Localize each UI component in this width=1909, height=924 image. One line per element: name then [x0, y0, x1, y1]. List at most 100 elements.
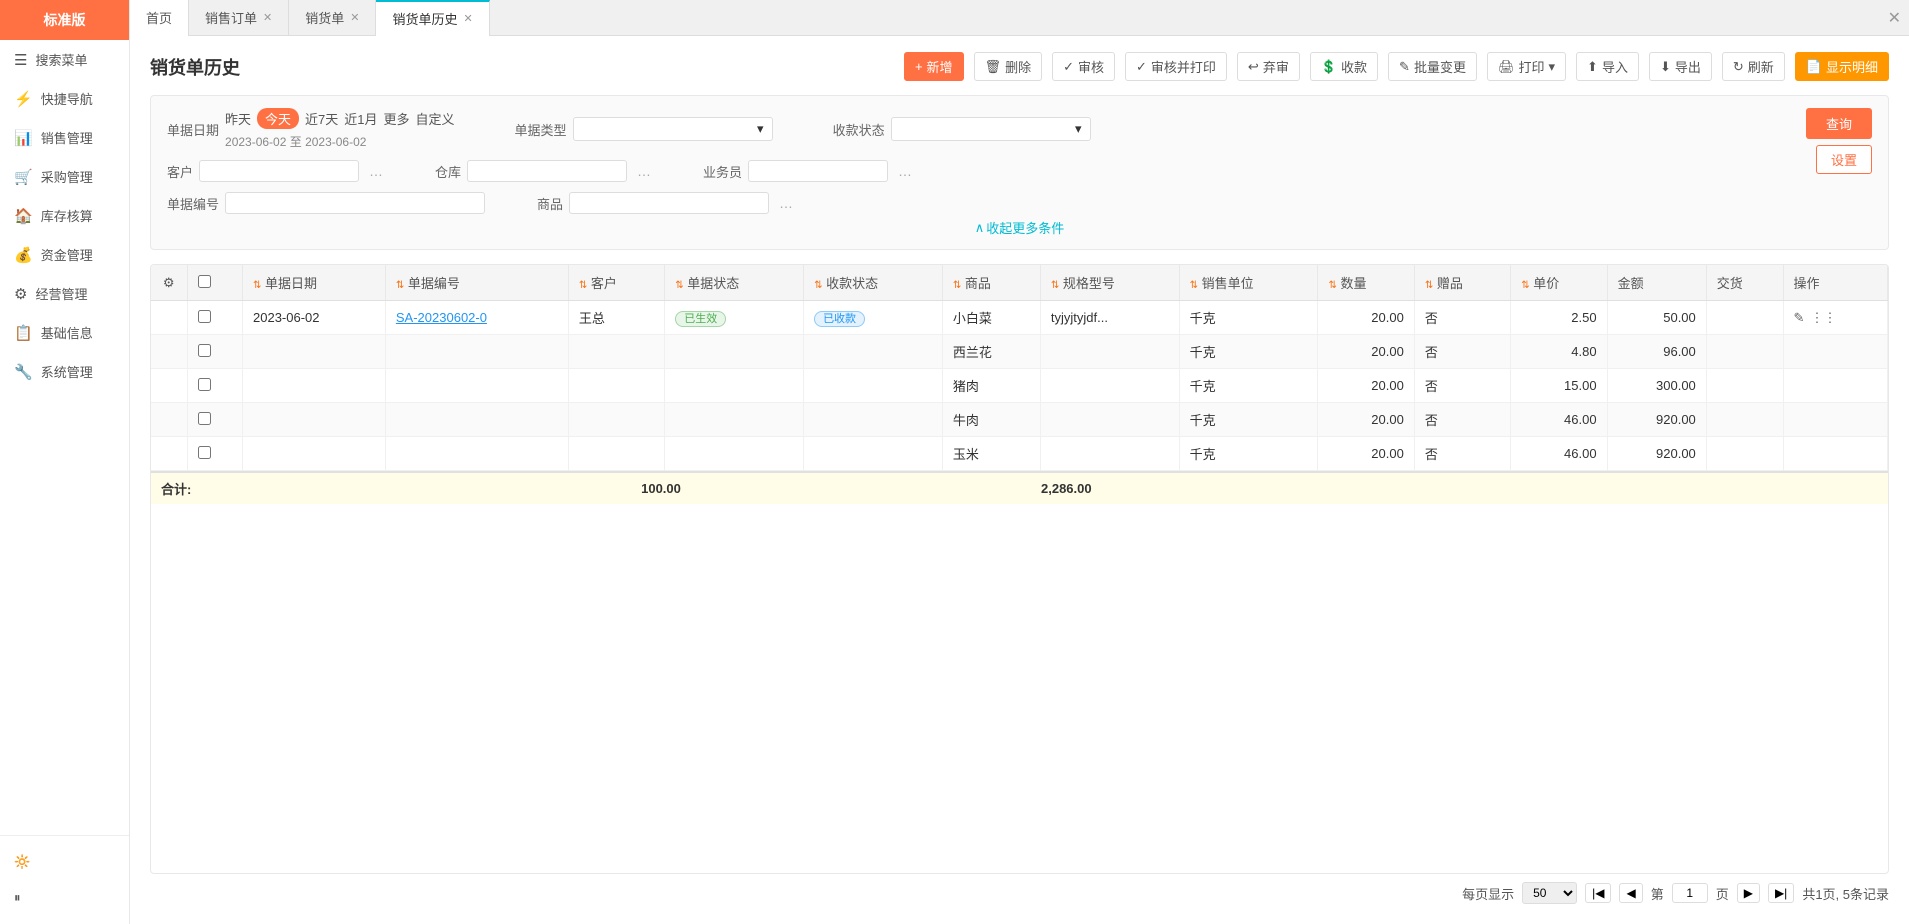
sidebar-item-purchase-mgmt[interactable]: 🛒 采购管理: [0, 157, 129, 196]
cell-checkbox[interactable]: [187, 437, 243, 471]
goods-picker-icon[interactable]: …: [779, 195, 793, 211]
th-action: 操作: [1783, 265, 1887, 301]
cell-doc-no[interactable]: [385, 369, 568, 403]
tab-close-all[interactable]: ✕: [1888, 8, 1909, 28]
cell-checkbox[interactable]: [187, 369, 243, 403]
shortcut-custom[interactable]: 自定义: [416, 109, 455, 128]
cell-payment-status: [804, 369, 943, 403]
customer-picker-icon[interactable]: …: [369, 163, 383, 179]
first-page-btn[interactable]: |◀: [1585, 883, 1611, 903]
next-page-btn[interactable]: ▶: [1737, 883, 1760, 903]
cell-checkbox[interactable]: [187, 403, 243, 437]
cell-doc-no[interactable]: SA-20230602-0: [385, 301, 568, 335]
th-customer[interactable]: ⇅ 客户: [568, 265, 664, 301]
settings-button[interactable]: 设置: [1816, 145, 1872, 174]
sidebar-item-sales-mgmt[interactable]: 📊 销售管理: [0, 118, 129, 157]
sidebar-item-sys-mgmt[interactable]: 🔧 系统管理: [0, 352, 129, 391]
abandon-button[interactable]: ↩ 弃审: [1237, 52, 1300, 81]
prev-page-btn[interactable]: ◀: [1619, 883, 1642, 903]
row-checkbox[interactable]: [198, 378, 211, 391]
th-checkbox[interactable]: [187, 265, 243, 301]
tab-sales-history[interactable]: 销货单历史 ✕: [376, 0, 489, 36]
export-button[interactable]: ⬇ 导出: [1649, 52, 1712, 81]
th-doc-status[interactable]: ⇅ 单据状态: [665, 265, 804, 301]
th-goods[interactable]: ⇅ 商品: [942, 265, 1040, 301]
cell-doc-no[interactable]: [385, 335, 568, 369]
docno-input[interactable]: [225, 192, 485, 214]
th-unit[interactable]: ⇅ 销售单位: [1179, 265, 1318, 301]
collapse-filter-btn[interactable]: ∧ 收起更多条件: [167, 218, 1872, 237]
import-button[interactable]: ⬆ 导入: [1576, 52, 1639, 81]
shortcut-more[interactable]: 更多: [384, 109, 410, 128]
batch-change-button[interactable]: ✎ 批量变更: [1388, 52, 1477, 81]
action-edit-icon[interactable]: ✎: [1794, 310, 1805, 325]
cell-doc-no[interactable]: [385, 403, 568, 437]
th-amount[interactable]: 金额: [1607, 265, 1706, 301]
receive-button[interactable]: 💲 收款: [1310, 52, 1378, 81]
th-doc-no[interactable]: ⇅ 单据编号: [385, 265, 568, 301]
goods-input[interactable]: [569, 192, 769, 214]
shortcut-today[interactable]: 今天: [257, 108, 299, 129]
import-label: 导入: [1602, 57, 1628, 76]
select-all-checkbox[interactable]: [198, 275, 211, 288]
action-more-icon[interactable]: ⋮⋮: [1810, 310, 1836, 325]
th-qty[interactable]: ⇅ 数量: [1318, 265, 1414, 301]
shortcut-7days[interactable]: 近7天: [305, 109, 338, 128]
row-checkbox[interactable]: [198, 446, 211, 459]
show-detail-button[interactable]: 📄 显示明细: [1795, 52, 1889, 81]
last-page-btn[interactable]: ▶|: [1768, 883, 1794, 903]
shortcut-1month[interactable]: 近1月: [344, 109, 377, 128]
sidebar-item-inventory[interactable]: 🏠 库存核算: [0, 196, 129, 235]
doc-no-link[interactable]: SA-20230602-0: [396, 310, 487, 325]
tab-sales-history-close[interactable]: ✕: [464, 12, 473, 25]
cell-amount: 920.00: [1607, 403, 1706, 437]
sidebar-item-finance-mgmt[interactable]: 💰 资金管理: [0, 235, 129, 274]
sidebar-item-quick-nav[interactable]: ⚡ 快捷导航: [0, 79, 129, 118]
th-doc-date[interactable]: ⇅ 单据日期: [243, 265, 386, 301]
th-price[interactable]: ⇅ 单价: [1511, 265, 1607, 301]
audit-button[interactable]: ✓ 审核: [1052, 52, 1115, 81]
filter-goods-block: 商品 …: [537, 192, 793, 214]
th-spec[interactable]: ⇅ 规格型号: [1040, 265, 1179, 301]
page-number-input[interactable]: [1672, 883, 1708, 903]
payment-status-select[interactable]: ▾: [891, 117, 1091, 141]
print-button[interactable]: 🖨 打印 ▾: [1487, 52, 1566, 81]
add-button[interactable]: + 新增: [904, 52, 964, 81]
table-row: 西兰花 千克 20.00 否 4.80 96.00: [151, 335, 1888, 369]
warehouse-label: 仓库: [435, 162, 461, 181]
page-size-select[interactable]: 50 100 200: [1522, 882, 1577, 904]
query-button[interactable]: 查询: [1806, 108, 1872, 139]
tab-sales-order-close[interactable]: ✕: [263, 11, 272, 24]
tab-sales-delivery[interactable]: 销货单 ✕: [289, 0, 376, 36]
sidebar-item-ops-mgmt[interactable]: ⚙ 经营管理: [0, 274, 129, 313]
sidebar-item-settings[interactable]: 🔆: [0, 844, 129, 880]
row-checkbox[interactable]: [198, 310, 211, 323]
abandon-icon: ↩: [1248, 59, 1259, 75]
cell-checkbox[interactable]: [187, 335, 243, 369]
staff-picker-icon[interactable]: …: [898, 163, 912, 179]
shortcut-yesterday[interactable]: 昨天: [225, 109, 251, 128]
sidebar-item-collapse[interactable]: ⏸: [0, 880, 129, 916]
audit-print-button[interactable]: ✓ 审核并打印: [1125, 52, 1227, 81]
sidebar-item-search-menu[interactable]: ☰ 搜索菜单: [0, 40, 129, 79]
th-payment-status[interactable]: ⇅ 收款状态: [804, 265, 943, 301]
tab-home[interactable]: 首页: [130, 0, 189, 36]
cell-doc-no[interactable]: [385, 437, 568, 471]
row-checkbox[interactable]: [198, 344, 211, 357]
tab-sales-order[interactable]: 销售订单 ✕: [189, 0, 289, 36]
doc-type-select[interactable]: ▾: [573, 117, 773, 141]
date-label: 单据日期: [167, 120, 219, 139]
cell-checkbox[interactable]: [187, 301, 243, 335]
customer-input[interactable]: [199, 160, 359, 182]
refresh-button[interactable]: ↻ 刷新: [1722, 52, 1785, 81]
row-checkbox[interactable]: [198, 412, 211, 425]
th-gear[interactable]: ⚙: [151, 265, 187, 301]
warehouse-input[interactable]: [467, 160, 627, 182]
th-gift[interactable]: ⇅ 赠品: [1414, 265, 1510, 301]
th-delivery[interactable]: 交货: [1706, 265, 1783, 301]
sidebar-item-basic-info[interactable]: 📋 基础信息: [0, 313, 129, 352]
staff-input[interactable]: [748, 160, 888, 182]
warehouse-picker-icon[interactable]: …: [637, 163, 651, 179]
tab-sales-delivery-close[interactable]: ✕: [350, 11, 359, 24]
delete-button[interactable]: 🗑 删除: [974, 52, 1043, 81]
